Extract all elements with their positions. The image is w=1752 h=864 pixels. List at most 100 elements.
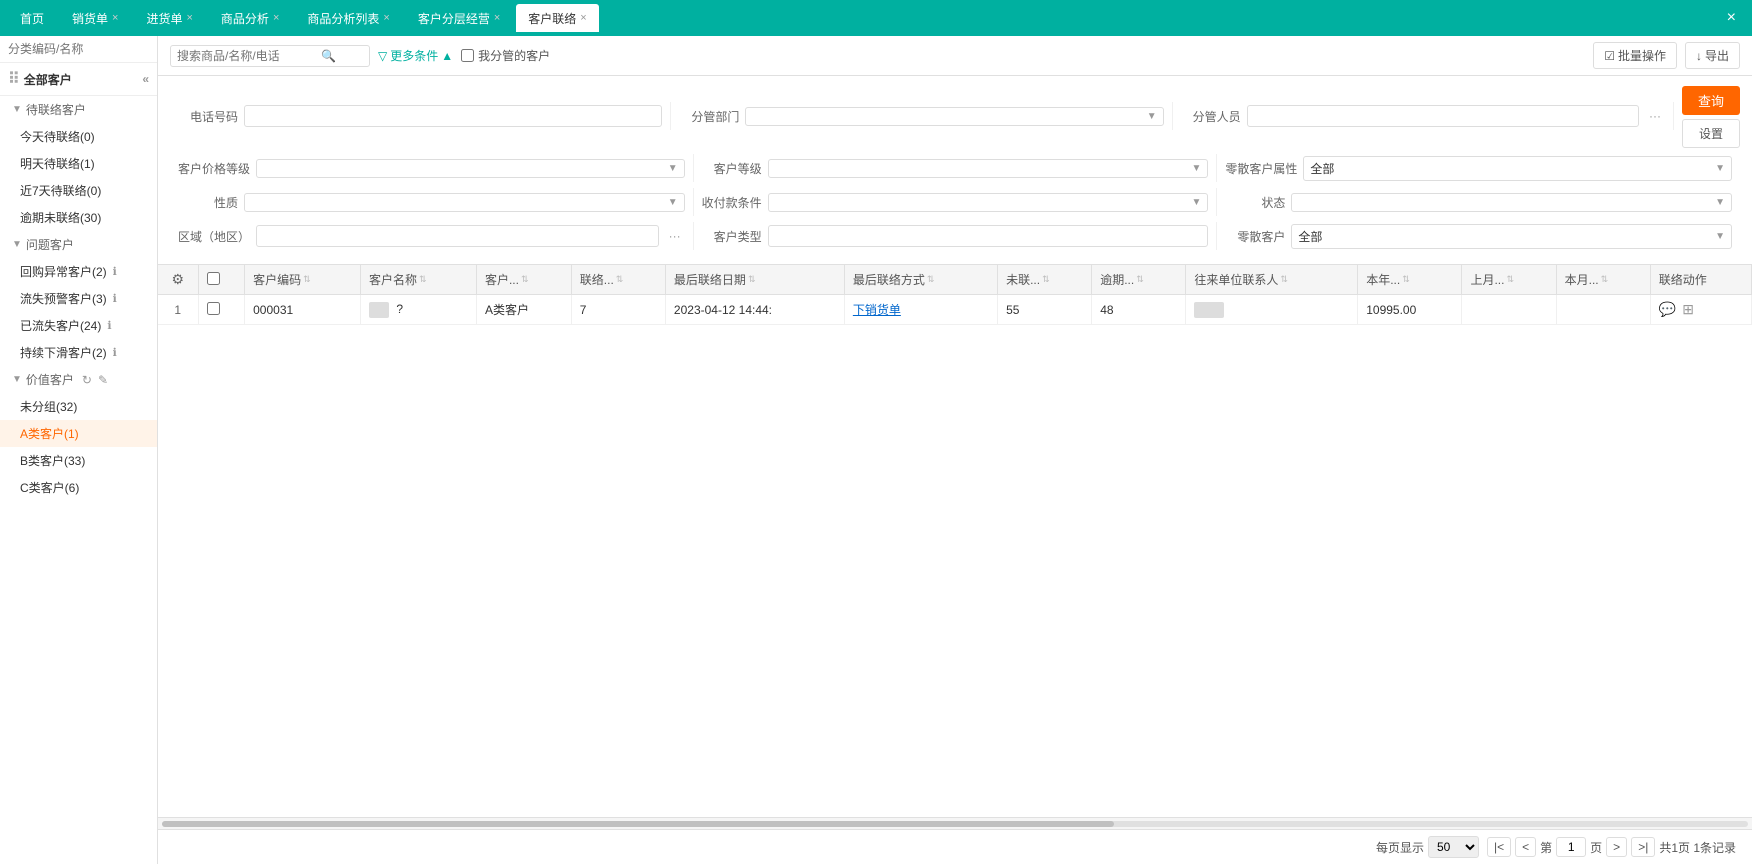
th-company-contact[interactable]: 往来单位联系人 ⇅ — [1186, 265, 1358, 295]
phone-input[interactable] — [244, 105, 662, 127]
next-page-button[interactable]: > — [1606, 837, 1627, 857]
sidebar-item-repurchase-abnormal[interactable]: 回购异常客户(2) ℹ — [0, 258, 157, 285]
retail-attr-text: 全部 — [1310, 160, 1334, 177]
cust-type-input[interactable] — [768, 225, 1209, 247]
nature-select[interactable]: ▼ — [244, 193, 685, 212]
prev-page-button[interactable]: < — [1515, 837, 1536, 857]
th-name[interactable]: 客户名称 ⇅ — [361, 265, 477, 295]
th-last-contact-method[interactable]: 最后联络方式 ⇅ — [844, 265, 997, 295]
batch-op-button[interactable]: ☑ 批量操作 — [1593, 42, 1677, 69]
sidebar-item-tomorrow[interactable]: 明天待联络(1) — [0, 150, 157, 177]
sidebar-item-lost[interactable]: 已流失客户(24) ℹ — [0, 312, 157, 339]
sidebar-item-today[interactable]: 今天待联络(0) — [0, 123, 157, 150]
dept-select[interactable]: ▼ — [745, 107, 1163, 126]
pending-arrow-icon: ▼ — [12, 104, 22, 115]
tab-customer-contact[interactable]: 客户联络 × — [516, 4, 598, 32]
cell-last-contact-date: 2023-04-12 14:44: — [665, 295, 844, 325]
sort-code-icon: ⇅ — [303, 274, 311, 285]
th-this-month[interactable]: 本月... ⇅ — [1556, 265, 1650, 295]
region-dots-btn[interactable]: ··· — [665, 229, 685, 243]
search-input[interactable] — [177, 49, 317, 63]
th-checkbox[interactable] — [198, 265, 245, 295]
grid-icon-action[interactable]: ⊞ — [1682, 301, 1694, 318]
sidebar-group-pending[interactable]: ▼ 待联络客户 — [0, 96, 157, 123]
sidebar-item-unclassified[interactable]: 未分组(32) — [0, 393, 157, 420]
sidebar-group-value[interactable]: ▼ 价值客户 ↻ ✎ — [0, 366, 157, 393]
page-size-select[interactable]: 50 100 200 — [1428, 836, 1479, 858]
row-checkbox[interactable] — [207, 302, 220, 315]
sidebar-item-7days[interactable]: 近7天待联络(0) — [0, 177, 157, 204]
tab-customer-segment[interactable]: 客户分层经营 × — [406, 4, 512, 32]
sort-category-icon: ⇅ — [521, 274, 529, 285]
sidebar-item-lost-risk[interactable]: 流失预警客户(3) ℹ — [0, 285, 157, 312]
tab-goods-analysis-list[interactable]: 商品分析列表 × — [295, 4, 401, 32]
th-this-year[interactable]: 本年... ⇅ — [1358, 265, 1462, 295]
payment-select[interactable]: ▼ — [768, 193, 1209, 212]
last-contact-method-link[interactable]: 下销货单 — [853, 303, 901, 317]
export-button[interactable]: ↓ 导出 — [1685, 42, 1740, 69]
collapse-sidebar-icon[interactable]: « — [142, 72, 149, 86]
sidebar-item-keep-buying[interactable]: 持续下滑客户(2) ℹ — [0, 339, 157, 366]
manager-input[interactable] — [1247, 105, 1639, 127]
tab-goods-analysis[interactable]: 商品分析 × — [209, 4, 291, 32]
more-filters-arrow-icon: ▲ — [441, 49, 453, 63]
sidebar-search-input[interactable] — [8, 42, 158, 56]
search-icon[interactable]: 🔍 — [321, 49, 336, 63]
price-level-select[interactable]: ▼ — [256, 159, 685, 178]
close-customer-segment-tab[interactable]: × — [494, 12, 500, 24]
th-last-contact-date[interactable]: 最后联络日期 ⇅ — [665, 265, 844, 295]
close-sales-tab[interactable]: × — [112, 12, 118, 24]
manager-dots-btn[interactable]: ··· — [1645, 109, 1665, 123]
first-page-button[interactable]: |< — [1487, 837, 1511, 857]
sidebar-item-c-class[interactable]: C类客户(6) — [0, 474, 157, 501]
last-page-button[interactable]: >| — [1631, 837, 1655, 857]
sidebar-group-problem[interactable]: ▼ 问题客户 — [0, 231, 157, 258]
th-settings[interactable]: ⚙ — [158, 265, 198, 295]
sidebar-item-b-class[interactable]: B类客户(33) — [0, 447, 157, 474]
th-code[interactable]: 客户编码 ⇅ — [245, 265, 361, 295]
page-size-selector: 每页显示 50 100 200 — [1376, 836, 1479, 858]
table-settings-icon[interactable]: ⚙ — [171, 271, 184, 287]
cell-last-contact-method[interactable]: 下销货单 — [844, 295, 997, 325]
status-select[interactable]: ▼ — [1291, 193, 1732, 212]
close-purchase-tab[interactable]: × — [186, 12, 192, 24]
more-filters-btn[interactable]: ▽ 更多条件 ▲ — [378, 47, 453, 64]
filter-bar: 🔍 ▽ 更多条件 ▲ 我分管的客户 ☑ 批量操作 ↓ 导出 — [158, 36, 1752, 76]
th-category[interactable]: 客户... ⇅ — [476, 265, 571, 295]
sidebar-item-a-class[interactable]: A类客户(1) — [0, 420, 157, 447]
retail-attr-label: 零散客户属性 — [1225, 160, 1297, 177]
cust-level-select[interactable]: ▼ — [768, 159, 1209, 178]
close-goods-analysis-list-tab[interactable]: × — [383, 12, 389, 24]
settings-button[interactable]: 设置 — [1682, 119, 1740, 148]
tab-purchase[interactable]: 进货单 × — [134, 4, 204, 32]
refresh-icon[interactable]: ↻ — [82, 373, 92, 387]
page-number-input[interactable] — [1556, 837, 1586, 857]
close-goods-analysis-tab[interactable]: × — [273, 12, 279, 24]
select-all-checkbox[interactable] — [207, 272, 220, 285]
close-customer-contact-tab[interactable]: × — [580, 12, 586, 24]
sort-last-month-icon: ⇅ — [1506, 274, 1514, 285]
value-arrow-icon: ▼ — [12, 374, 22, 385]
cell-checkbox[interactable] — [198, 295, 245, 325]
action-buttons: ☑ 批量操作 ↓ 导出 — [1593, 42, 1740, 69]
sidebar-item-overdue[interactable]: 逾期未联络(30) — [0, 204, 157, 231]
th-not-contacted[interactable]: 未联... ⇅ — [998, 265, 1092, 295]
edit-icon[interactable]: ✎ — [98, 373, 108, 387]
th-last-month[interactable]: 上月... ⇅ — [1462, 265, 1556, 295]
close-all-tabs-button[interactable]: × — [1719, 9, 1744, 27]
th-contact[interactable]: 联络... ⇅ — [571, 265, 665, 295]
all-customers-section[interactable]: ⠿ 全部客户 « — [0, 63, 157, 96]
my-customers-checkbox[interactable]: 我分管的客户 — [461, 47, 550, 64]
retail-select[interactable]: 全部 ▼ — [1291, 224, 1732, 249]
retail-attr-select[interactable]: 全部 ▼ — [1303, 156, 1732, 181]
region-input[interactable] — [256, 225, 659, 247]
tab-sales[interactable]: 销货单 × — [60, 4, 130, 32]
my-customers-checkbox-input[interactable] — [461, 49, 474, 62]
status-label: 状态 — [1225, 194, 1285, 211]
th-overdue[interactable]: 逾期... ⇅ — [1092, 265, 1186, 295]
query-button[interactable]: 查询 — [1682, 86, 1740, 115]
chat-icon[interactable]: 💬 — [1659, 301, 1676, 318]
tab-home[interactable]: 首页 — [8, 4, 56, 32]
horizontal-scrollbar[interactable] — [158, 817, 1752, 829]
scrollbar-thumb[interactable] — [162, 821, 1114, 827]
